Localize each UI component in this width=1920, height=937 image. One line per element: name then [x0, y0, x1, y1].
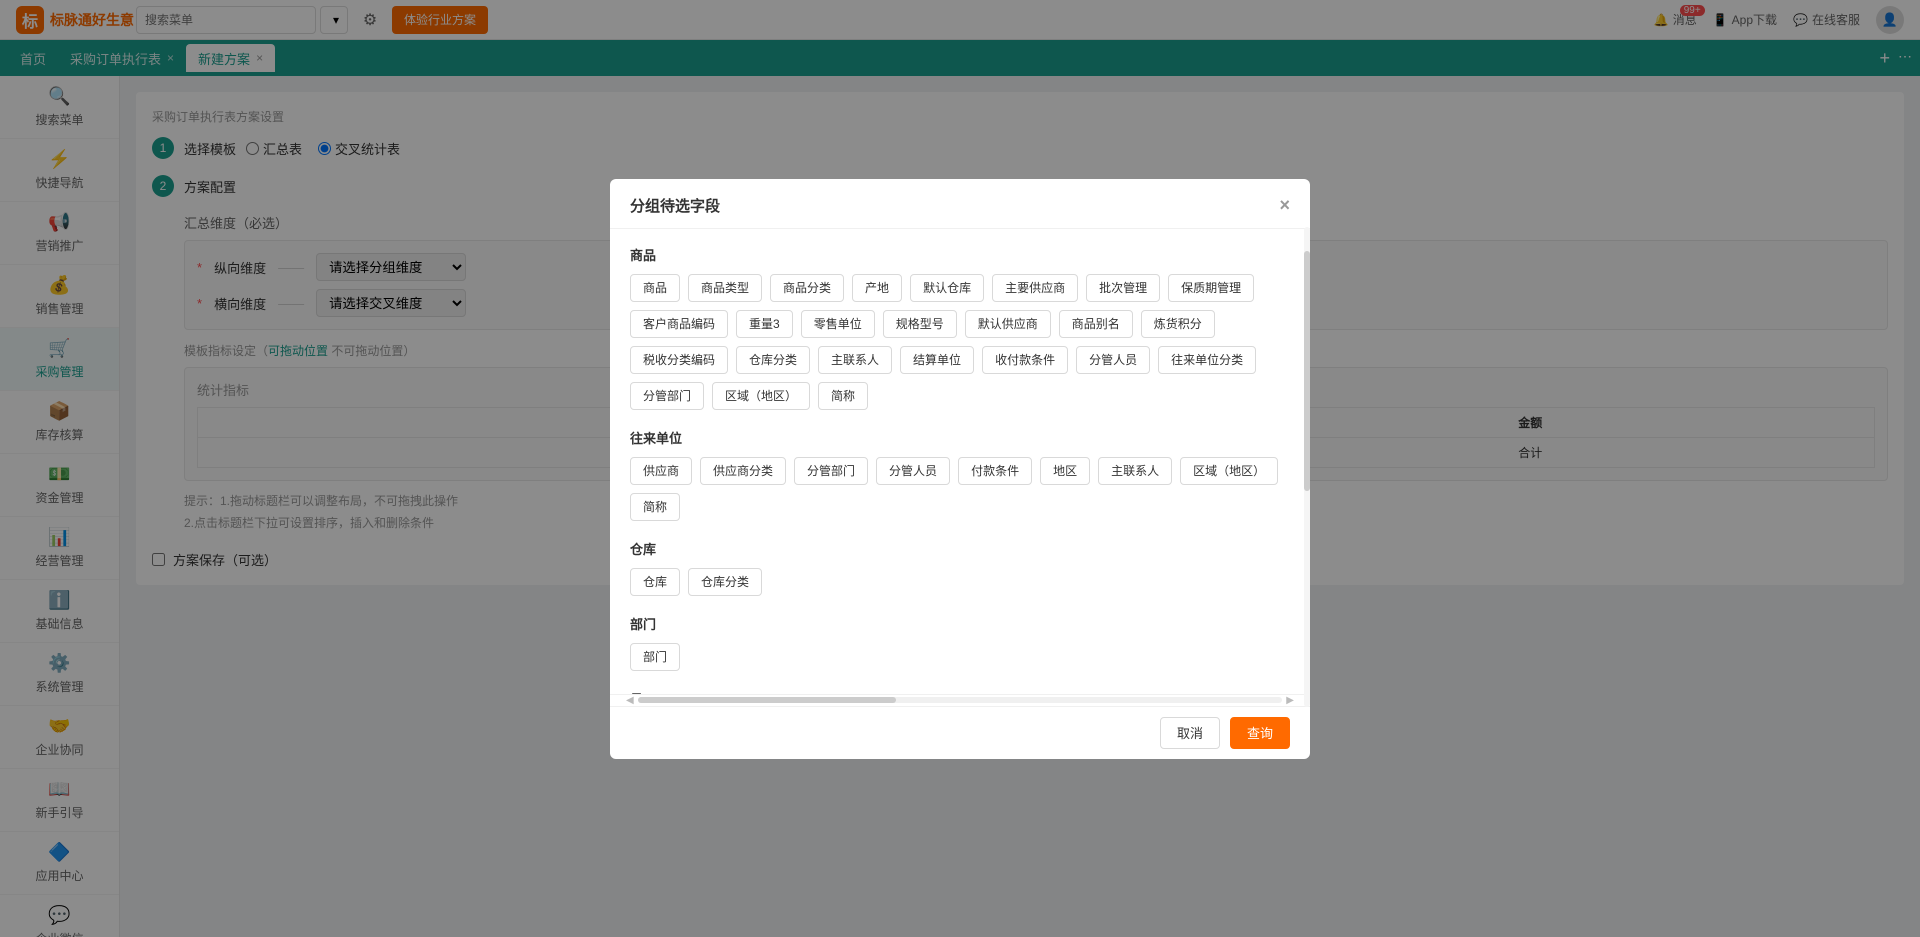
tag-main-contact[interactable]: 主联系人: [818, 346, 892, 374]
tag-batch-mgmt[interactable]: 批次管理: [1086, 274, 1160, 302]
modal: 分组待选字段 × 商品 商品 商品类型 商品分类 产地 默认仓库 主要供应商 批…: [610, 179, 1310, 759]
tag-default-supplier[interactable]: 默认供应商: [965, 310, 1051, 338]
tag-default-warehouse[interactable]: 默认仓库: [910, 274, 984, 302]
tag-supplier-category[interactable]: 供应商分类: [700, 457, 786, 485]
tag-payment-terms[interactable]: 收付款条件: [982, 346, 1068, 374]
tag-warehouse[interactable]: 仓库: [630, 568, 680, 596]
tag-main-supplier[interactable]: 主要供应商: [992, 274, 1078, 302]
goods-tags: 商品 商品类型 商品分类 产地 默认仓库 主要供应商 批次管理 保质期管理 客户…: [630, 274, 1290, 410]
tag-supplier[interactable]: 供应商: [630, 457, 692, 485]
section-partner-title: 往来单位: [630, 428, 1290, 447]
section-warehouse: 仓库 仓库 仓库分类: [630, 539, 1290, 596]
tag-warehouse-category[interactable]: 仓库分类: [736, 346, 810, 374]
tag-goods[interactable]: 商品: [630, 274, 680, 302]
tag-customer-code[interactable]: 客户商品编码: [630, 310, 728, 338]
tag-retail-unit[interactable]: 零售单位: [801, 310, 875, 338]
modal-body: 商品 商品 商品类型 商品分类 产地 默认仓库 主要供应商 批次管理 保质期管理…: [610, 229, 1310, 694]
section-dept-title: 部门: [630, 614, 1290, 633]
confirm-button[interactable]: 查询: [1230, 717, 1290, 749]
tag-goods-alias[interactable]: 商品别名: [1059, 310, 1133, 338]
tag-warehouse-cat[interactable]: 仓库分类: [688, 568, 762, 596]
tag-area[interactable]: 地区: [1040, 457, 1090, 485]
tag-refine-points[interactable]: 炼货积分: [1141, 310, 1215, 338]
hscroll-thumb[interactable]: [638, 697, 896, 703]
section-goods-title: 商品: [630, 245, 1290, 264]
dept-tags: 部门: [630, 643, 1290, 671]
hscroll-right-arrow[interactable]: ▶: [1286, 695, 1294, 706]
tag-partner-payment[interactable]: 付款条件: [958, 457, 1032, 485]
tag-partner-abbr[interactable]: 简称: [630, 493, 680, 521]
partner-tags: 供应商 供应商分类 分管部门 分管人员 付款条件 地区 主联系人 区域（地区） …: [630, 457, 1290, 521]
modal-hscroll[interactable]: ◀ ▶: [610, 694, 1310, 706]
tag-goods-type[interactable]: 商品类型: [688, 274, 762, 302]
section-warehouse-title: 仓库: [630, 539, 1290, 558]
tag-quality-mgmt[interactable]: 保质期管理: [1168, 274, 1254, 302]
tag-abbr[interactable]: 简称: [818, 382, 868, 410]
tag-partner-category[interactable]: 往来单位分类: [1158, 346, 1256, 374]
tag-goods-category[interactable]: 商品分类: [770, 274, 844, 302]
tag-partner-region[interactable]: 区域（地区）: [1180, 457, 1278, 485]
tag-dept[interactable]: 分管部门: [630, 382, 704, 410]
modal-close-btn[interactable]: ×: [1279, 196, 1290, 214]
warehouse-tags: 仓库 仓库分类: [630, 568, 1290, 596]
tag-settlement-unit[interactable]: 结算单位: [900, 346, 974, 374]
hscroll-track: [638, 697, 1283, 703]
modal-title: 分组待选字段: [630, 195, 720, 216]
modal-footer: 取消 查询: [610, 706, 1310, 759]
tag-partner-dept[interactable]: 分管部门: [794, 457, 868, 485]
section-dept: 部门 部门: [630, 614, 1290, 671]
tag-supervisor[interactable]: 分管人员: [1076, 346, 1150, 374]
modal-header: 分组待选字段 ×: [610, 179, 1310, 229]
section-goods: 商品 商品 商品类型 商品分类 产地 默认仓库 主要供应商 批次管理 保质期管理…: [630, 245, 1290, 410]
tag-partner-contact[interactable]: 主联系人: [1098, 457, 1172, 485]
hscroll-left-arrow[interactable]: ◀: [626, 695, 634, 706]
tag-tax-code[interactable]: 税收分类编码: [630, 346, 728, 374]
tag-region[interactable]: 区域（地区）: [712, 382, 810, 410]
modal-overlay: 分组待选字段 × 商品 商品 商品类型 商品分类 产地 默认仓库 主要供应商 批…: [0, 0, 1920, 937]
modal-vscroll[interactable]: [1304, 227, 1310, 707]
tag-weight[interactable]: 重量3: [736, 310, 793, 338]
tag-department[interactable]: 部门: [630, 643, 680, 671]
section-partner: 往来单位 供应商 供应商分类 分管部门 分管人员 付款条件 地区 主联系人 区域…: [630, 428, 1290, 521]
tag-spec-model[interactable]: 规格型号: [883, 310, 957, 338]
tag-origin[interactable]: 产地: [852, 274, 902, 302]
tag-partner-supervisor[interactable]: 分管人员: [876, 457, 950, 485]
cancel-button[interactable]: 取消: [1160, 717, 1220, 749]
